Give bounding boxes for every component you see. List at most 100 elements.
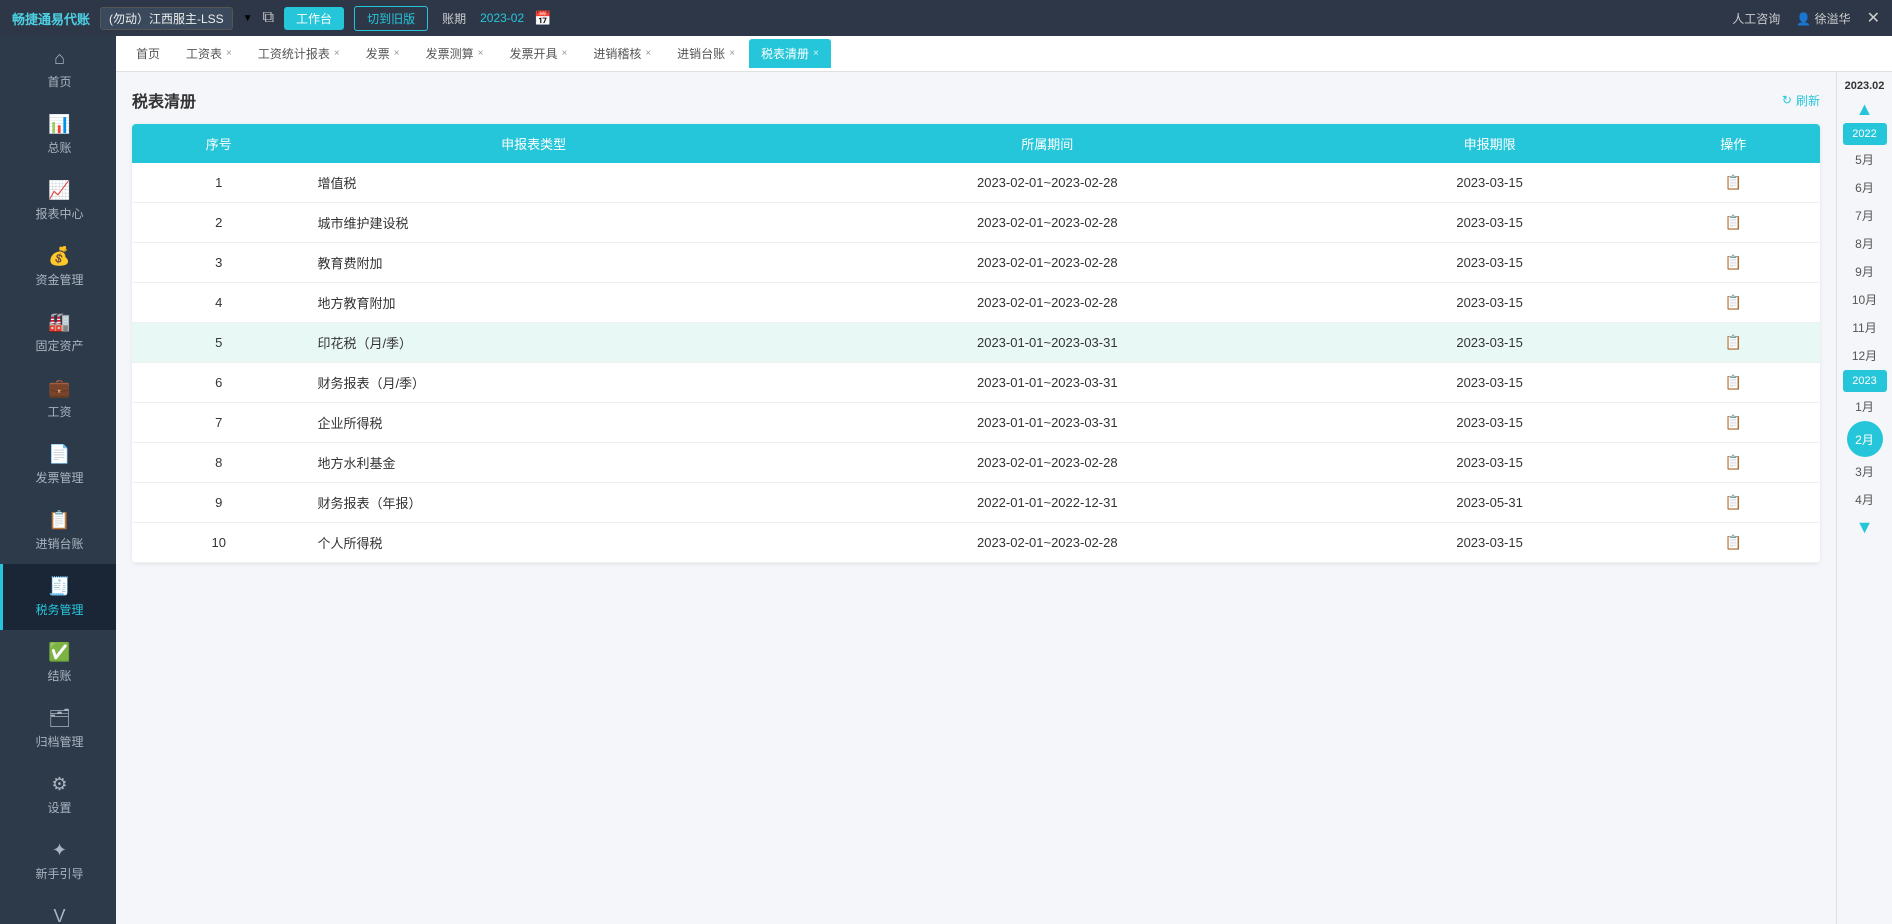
tab-purchase-ledger[interactable]: 进销台账 × (665, 39, 747, 68)
action-icon[interactable]: 📋 (1725, 454, 1742, 470)
calendar-month-2023-4月[interactable]: 4月 (1843, 486, 1887, 513)
action-icon[interactable]: 📋 (1725, 214, 1742, 230)
table-row: 2 城市维护建设税 2023-02-01~2023-02-28 2023-03-… (132, 203, 1820, 243)
row-action[interactable]: 📋 (1647, 163, 1820, 203)
sidebar-item-general-ledger[interactable]: 📊总账 (0, 102, 116, 168)
calendar-nav-down[interactable]: ▼ (1852, 514, 1878, 540)
tab-invoice-open[interactable]: 发票开具× (497, 39, 579, 68)
tab-close-payroll-stats[interactable]: × (334, 48, 340, 59)
calendar-year-2023[interactable]: 2023 (1843, 370, 1887, 392)
action-icon[interactable]: 📋 (1725, 254, 1742, 270)
sidebar-item-archive-mgmt[interactable]: 🗂归档管理 (0, 696, 116, 762)
row-period: 2023-02-01~2023-02-28 (762, 443, 1333, 483)
sidebar-icon-report-center: 📈 (48, 180, 70, 201)
calendar-year-2022[interactable]: 2022 (1843, 123, 1887, 145)
sidebar-item-fund-mgmt[interactable]: 💰资金管理 (0, 234, 116, 300)
row-action[interactable]: 📋 (1647, 283, 1820, 323)
calendar-nav-up[interactable]: ▲ (1852, 96, 1878, 122)
tab-invoice-calc[interactable]: 发票测算× (414, 39, 496, 68)
action-icon[interactable]: 📋 (1725, 294, 1742, 310)
row-deadline: 2023-03-15 (1333, 243, 1647, 283)
row-type: 印花税（月/季） (305, 323, 761, 363)
tab-tax-list[interactable]: 税表清册 × (749, 39, 831, 68)
tab-payroll[interactable]: 工资表× (174, 39, 244, 68)
calendar-month-2022-5月[interactable]: 5月 (1843, 146, 1887, 173)
row-no: 10 (132, 523, 305, 563)
page-content: 税表清册 ↻ 刷新 序号申报表类型所属期间申报期限操作 1 增值税 2023-0… (116, 72, 1892, 924)
top-bar-close-icon[interactable]: ✕ (1867, 8, 1880, 28)
row-action[interactable]: 📋 (1647, 523, 1820, 563)
sidebar-item-report-center[interactable]: 📈报表中心 (0, 168, 116, 234)
username-label: 徐溢华 (1815, 12, 1851, 26)
sidebar-item-home[interactable]: ⌂首页 (0, 36, 116, 102)
row-action[interactable]: 📋 (1647, 403, 1820, 443)
row-period: 2023-02-01~2023-02-28 (762, 523, 1333, 563)
col-header: 序号 (132, 124, 305, 163)
sidebar-label-payroll: 工资 (47, 403, 71, 420)
sidebar-item-member[interactable]: V畅会员 (0, 894, 116, 924)
tab-home[interactable]: 首页 (124, 39, 172, 68)
switch-old-button[interactable]: 切到旧版 (354, 6, 428, 31)
row-no: 3 (132, 243, 305, 283)
tab-payroll-stats[interactable]: 工资统计报表× (246, 39, 352, 68)
tab-close-purchase-ledger[interactable]: × (729, 48, 735, 59)
calendar-month-2023-2月[interactable]: 2月 (1847, 421, 1883, 457)
workbench-button[interactable]: 工作台 (284, 7, 344, 30)
sidebar-item-purchase-sales[interactable]: 📋进销台账 (0, 498, 116, 564)
refresh-button[interactable]: ↻ 刷新 (1782, 92, 1820, 109)
row-action[interactable]: 📋 (1647, 363, 1820, 403)
action-icon[interactable]: 📋 (1725, 374, 1742, 390)
calendar-month-2022-6月[interactable]: 6月 (1843, 174, 1887, 201)
action-icon[interactable]: 📋 (1725, 334, 1742, 350)
tab-label-tax-list: 税表清册 (761, 45, 809, 62)
sidebar-item-settings[interactable]: ⚙设置 (0, 762, 116, 828)
col-header: 所属期间 (762, 124, 1333, 163)
tab-close-invoice-calc[interactable]: × (478, 48, 484, 59)
tab-label-purchase-ledger: 进销台账 (677, 45, 725, 62)
tab-purchase-verify[interactable]: 进销稽核× (581, 39, 663, 68)
calendar-month-2022-12月[interactable]: 12月 (1843, 342, 1887, 369)
calendar-month-2022-7月[interactable]: 7月 (1843, 202, 1887, 229)
action-icon[interactable]: 📋 (1725, 534, 1742, 550)
action-icon[interactable]: 📋 (1725, 494, 1742, 510)
calendar-month-2023-1月[interactable]: 1月 (1843, 393, 1887, 420)
sidebar-item-settle[interactable]: ✅结账 (0, 630, 116, 696)
row-action[interactable]: 📋 (1647, 243, 1820, 283)
table-row: 7 企业所得税 2023-01-01~2023-03-31 2023-03-15… (132, 403, 1820, 443)
tab-invoice[interactable]: 发票× (354, 39, 412, 68)
calendar-month-2022-8月[interactable]: 8月 (1843, 230, 1887, 257)
row-action[interactable]: 📋 (1647, 203, 1820, 243)
sidebar-item-fixed-assets[interactable]: 🏭固定资产 (0, 300, 116, 366)
ai-consult-btn[interactable]: 人工咨询 (1732, 10, 1780, 27)
calendar-month-2022-10月[interactable]: 10月 (1843, 286, 1887, 313)
sidebar-item-payroll[interactable]: 💼工资 (0, 366, 116, 432)
tab-close-payroll[interactable]: × (226, 48, 232, 59)
row-action[interactable]: 📋 (1647, 483, 1820, 523)
action-icon[interactable]: 📋 (1725, 414, 1742, 430)
row-no: 1 (132, 163, 305, 203)
tab-close-purchase-verify[interactable]: × (645, 48, 651, 59)
tab-close-invoice-open[interactable]: × (561, 48, 567, 59)
sidebar-item-invoice-mgmt[interactable]: 📄发票管理 (0, 432, 116, 498)
sidebar-item-new-guide[interactable]: ✦新手引导 (0, 828, 116, 894)
tab-close-tax-list[interactable]: × (813, 48, 819, 59)
company-selector[interactable]: (勿动）江西服主-LSS (100, 7, 233, 30)
content-area: 首页工资表×工资统计报表×发票×发票测算×发票开具×进销稽核×进销台账×税表清册… (116, 36, 1892, 924)
top-bar: 畅捷通易代账 (勿动）江西服主-LSS ▼ ⧉ 工作台 切到旧版 账期 2023… (0, 0, 1892, 36)
sidebar-label-invoice-mgmt: 发票管理 (35, 469, 83, 486)
calendar-month-2023-3月[interactable]: 3月 (1843, 458, 1887, 485)
sidebar-icon-settings: ⚙ (51, 774, 67, 795)
sidebar-item-tax-mgmt[interactable]: 🧾税务管理 (0, 564, 116, 630)
row-type: 增值税 (305, 163, 761, 203)
row-action[interactable]: 📋 (1647, 323, 1820, 363)
calendar-month-2022-9月[interactable]: 9月 (1843, 258, 1887, 285)
row-type: 财务报表（年报） (305, 483, 761, 523)
calendar-month-2022-11月[interactable]: 11月 (1843, 314, 1887, 341)
company-chevron-icon: ▼ (243, 13, 253, 24)
page-title: 税表清册 (132, 88, 196, 112)
refresh-label: 刷新 (1796, 92, 1820, 109)
row-action[interactable]: 📋 (1647, 443, 1820, 483)
sidebar-icon-tax-mgmt: 🧾 (48, 576, 70, 597)
tab-close-invoice[interactable]: × (394, 48, 400, 59)
action-icon[interactable]: 📋 (1725, 174, 1742, 190)
